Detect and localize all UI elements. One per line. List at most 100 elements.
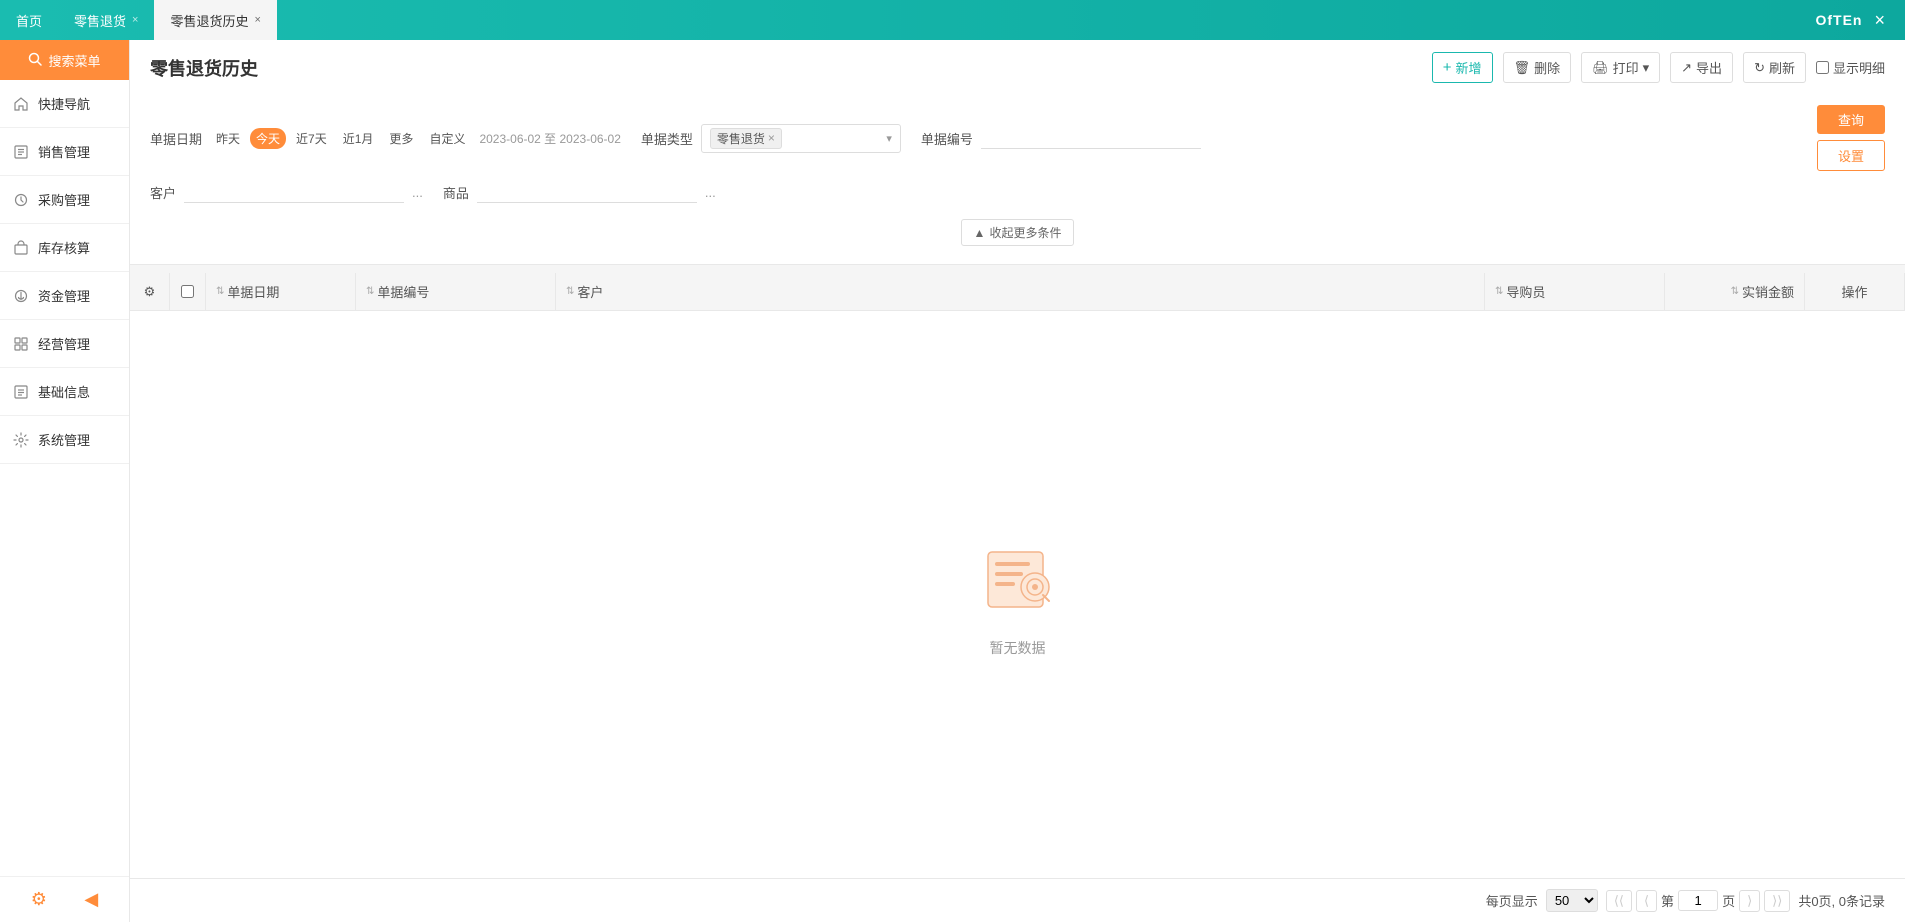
tab-retail-return-history-close[interactable]: × (254, 14, 260, 26)
sort-guide-icon: ⇅ (1495, 286, 1503, 297)
th-date[interactable]: ⇅ 单据日期 (206, 273, 356, 310)
sidebar-bottom: ⚙ ◀ (0, 876, 129, 922)
bill-type-tag-remove[interactable]: × (768, 131, 775, 145)
display-detail-checkbox[interactable]: 显示明细 (1816, 58, 1885, 77)
tab-retail-return-close[interactable]: × (132, 14, 138, 26)
sidebar-item-sales[interactable]: 销售管理 (0, 128, 129, 176)
filter-area: 单据日期 昨天 今天 近7天 近1月 更多 自定义 2023-06-02 至 2… (150, 95, 1885, 264)
layout: 搜索菜单 快捷导航 销售管理 (0, 40, 1905, 922)
set-button[interactable]: 设置 (1817, 140, 1885, 171)
empty-text: 暂无数据 (990, 638, 1046, 658)
page-number-input[interactable] (1678, 890, 1718, 911)
date-option-yesterday[interactable]: 昨天 (210, 128, 246, 149)
date-option-more[interactable]: 更多 (383, 128, 419, 149)
filter-bill-type-select[interactable]: 零售退货 × ▾ (701, 124, 901, 153)
sidebar-search[interactable]: 搜索菜单 (0, 40, 129, 80)
sidebar-item-basic-info[interactable]: 基础信息 (0, 368, 129, 416)
sales-icon (12, 143, 30, 161)
next-page-button[interactable]: ⟩ (1739, 890, 1760, 912)
filter-customer-input[interactable] (184, 181, 404, 203)
settings-icon[interactable]: ⚙ (31, 889, 47, 910)
delete-button[interactable]: 🗑 删除 (1503, 52, 1572, 83)
tab-home-label: 首页 (16, 11, 42, 30)
table-area: ⚙ ⇅ 单据日期 ⇅ 单据编号 ⇅ 客户 ⇅ (130, 273, 1905, 878)
home-icon (12, 95, 30, 113)
sidebar-item-system[interactable]: 系统管理 (0, 416, 129, 464)
toolbar: 新增 🗑 删除 🖨 打印 ▾ ↗ 导出 (1432, 52, 1885, 83)
refresh-button-label: 刷新 (1769, 58, 1795, 77)
main-content: 零售退货历史 新增 🗑 删除 🖨 打印 ▾ ↗ (130, 40, 1905, 922)
settings-col-icon: ⚙ (144, 284, 156, 300)
page-title: 零售退货历史 (150, 55, 258, 81)
th-amount-label: 实销金额 (1742, 282, 1794, 301)
sidebar-item-finance[interactable]: 资金管理 (0, 272, 129, 320)
sidebar-search-label: 搜索菜单 (48, 51, 100, 70)
export-button-label: 导出 (1696, 58, 1722, 77)
filter-row-1: 单据日期 昨天 今天 近7天 近1月 更多 自定义 2023-06-02 至 2… (150, 105, 1885, 171)
th-guide[interactable]: ⇅ 导购员 (1485, 273, 1665, 310)
tab-home[interactable]: 首页 (0, 0, 58, 40)
display-detail-checkbox-input[interactable] (1816, 61, 1829, 74)
last-page-button[interactable]: ⟩⟩ (1764, 890, 1790, 912)
th-customer[interactable]: ⇅ 客户 (556, 273, 1485, 310)
print-dropdown-icon: ▾ (1643, 60, 1650, 76)
th-amount[interactable]: ⇅ 实销金额 (1665, 273, 1805, 310)
page-label: 第 (1661, 891, 1674, 910)
new-button[interactable]: 新增 (1432, 52, 1493, 83)
th-action: 操作 (1805, 273, 1905, 310)
sidebar-item-quicknav[interactable]: 快捷导航 (0, 80, 129, 128)
filter-date-label: 单据日期 (150, 129, 202, 148)
prev-page-button[interactable]: ⟨ (1636, 890, 1657, 912)
collapse-filter-label: 收起更多条件 (989, 224, 1061, 241)
info-icon (12, 383, 30, 401)
empty-state: 暂无数据 (130, 311, 1905, 878)
sidebar: 搜索菜单 快捷导航 销售管理 (0, 40, 130, 922)
collapse-sidebar-icon[interactable]: ◀ (84, 889, 98, 910)
per-page-select[interactable]: 10 20 50 100 (1546, 889, 1598, 912)
sidebar-item-inventory[interactable]: 库存核算 (0, 224, 129, 272)
sidebar-item-sales-label: 销售管理 (38, 142, 90, 161)
sidebar-item-purchase-label: 采购管理 (38, 190, 90, 209)
th-action-label: 操作 (1841, 282, 1867, 301)
page-title-row: 零售退货历史 新增 🗑 删除 🖨 打印 ▾ ↗ (150, 52, 1885, 83)
date-option-today[interactable]: 今天 (250, 128, 286, 149)
th-customer-label: 客户 (577, 282, 603, 301)
purchase-icon (12, 191, 30, 209)
sidebar-item-purchase[interactable]: 采购管理 (0, 176, 129, 224)
query-button[interactable]: 查询 (1817, 105, 1885, 134)
display-detail-label: 显示明细 (1833, 58, 1885, 77)
select-all-checkbox[interactable] (181, 285, 194, 298)
date-option-1month[interactable]: 近1月 (337, 128, 380, 149)
print-icon: 🖨 (1592, 60, 1609, 76)
pagination-bar: 每页显示 10 20 50 100 ⟨⟨ ⟨ 第 页 ⟩ ⟩⟩ 共0页, 0条记… (130, 878, 1905, 922)
th-checkbox[interactable] (170, 273, 206, 310)
filter-goods-input[interactable] (477, 181, 697, 203)
management-icon (12, 335, 30, 353)
tab-retail-return-history[interactable]: 零售退货历史 × (154, 0, 276, 40)
window-close-button[interactable]: × (1870, 6, 1889, 35)
date-options: 昨天 今天 近7天 近1月 更多 自定义 (210, 128, 471, 149)
collapse-filter-button[interactable]: ▲ 收起更多条件 (961, 219, 1075, 246)
pagination-nav: ⟨⟨ ⟨ 第 页 ⟩ ⟩⟩ (1606, 890, 1791, 912)
top-bar: 首页 零售退货 × 零售退货历史 × OfTEn × (0, 0, 1905, 40)
filter-customer: 客户 ... (150, 181, 423, 203)
print-button[interactable]: 🖨 打印 ▾ (1581, 52, 1660, 83)
tab-retail-return[interactable]: 零售退货 × (58, 0, 154, 40)
date-option-7days[interactable]: 近7天 (290, 128, 333, 149)
date-option-custom[interactable]: 自定义 (423, 128, 471, 149)
th-bill-no[interactable]: ⇅ 单据编号 (356, 273, 556, 310)
first-page-button[interactable]: ⟨⟨ (1606, 890, 1632, 912)
bill-type-arrow-icon: ▾ (886, 132, 892, 145)
customer-ellipsis: ... (412, 185, 423, 200)
sidebar-item-basic-info-label: 基础信息 (38, 382, 90, 401)
sidebar-item-management[interactable]: 经营管理 (0, 320, 129, 368)
total-records-label: 共0页, 0条记录 (1798, 891, 1885, 910)
th-settings[interactable]: ⚙ (130, 273, 170, 310)
filter-bill-no-input[interactable] (981, 127, 1201, 149)
filter-bill-no-label: 单据编号 (921, 129, 973, 148)
filter-goods: 商品 ... (443, 181, 716, 203)
th-date-label: 单据日期 (227, 282, 279, 301)
filter-row-2: 客户 ... 商品 ... (150, 181, 1885, 203)
refresh-button[interactable]: ↻ 刷新 (1743, 52, 1806, 83)
export-button[interactable]: ↗ 导出 (1670, 52, 1733, 83)
